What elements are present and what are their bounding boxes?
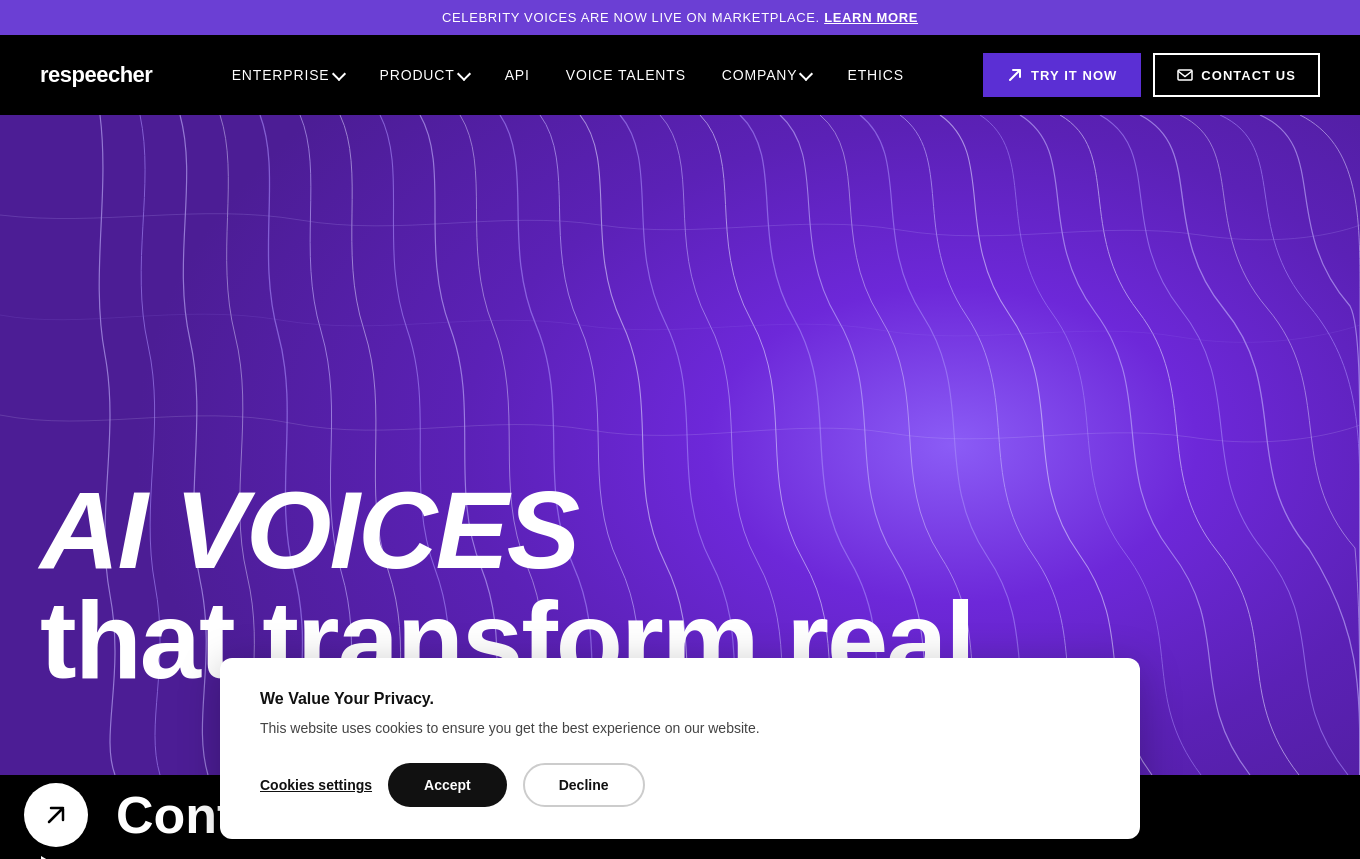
nav-ctas: TRY IT NOW CONTACT US [983, 53, 1320, 97]
try-it-now-button[interactable]: TRY IT NOW [983, 53, 1141, 97]
nav-item-enterprise[interactable]: ENTERPRISE [232, 67, 344, 83]
mail-icon [1177, 67, 1193, 83]
nav-links: ENTERPRISE PRODUCT API VOICE TALENTS COM… [232, 67, 904, 83]
hero-title-line1: AI VOICES [40, 475, 974, 585]
play-icon [36, 853, 56, 859]
play-button[interactable] [32, 849, 60, 859]
cookie-actions: Cookies settings Accept Decline [260, 763, 1100, 807]
contact-us-button[interactable]: CONTACT US [1153, 53, 1320, 97]
accept-button[interactable]: Accept [388, 763, 507, 807]
nav-item-company[interactable]: COMPANY [722, 67, 812, 83]
arrow-up-right-icon [42, 801, 70, 829]
chevron-down-icon [457, 66, 471, 80]
navigation: respeecher ENTERPRISE PRODUCT API VOICE … [0, 35, 1360, 115]
nav-item-api[interactable]: API [505, 67, 530, 83]
chevron-down-icon [331, 66, 345, 80]
cookies-settings-button[interactable]: Cookies settings [260, 777, 372, 793]
cookie-description: This website uses cookies to ensure you … [260, 718, 1100, 739]
decline-button[interactable]: Decline [523, 763, 645, 807]
announcement-link[interactable]: LEARN MORE [824, 10, 918, 25]
nav-item-ethics[interactable]: ETHICS [847, 67, 903, 83]
announcement-bar: CELEBRITY VOICES ARE NOW LIVE ON MARKETP… [0, 0, 1360, 35]
chevron-down-icon [799, 66, 813, 80]
nav-item-product[interactable]: PRODUCT [380, 67, 469, 83]
arrow-circle-button[interactable] [24, 783, 88, 847]
announcement-text: CELEBRITY VOICES ARE NOW LIVE ON MARKETP… [442, 10, 820, 25]
logo[interactable]: respeecher [40, 62, 152, 88]
cookie-title: We Value Your Privacy. [260, 690, 1100, 708]
cookie-banner: We Value Your Privacy. This website uses… [220, 658, 1140, 839]
svg-rect-0 [1178, 70, 1192, 80]
nav-item-voice-talents[interactable]: VOICE TALENTS [566, 67, 686, 83]
external-link-icon [1007, 67, 1023, 83]
